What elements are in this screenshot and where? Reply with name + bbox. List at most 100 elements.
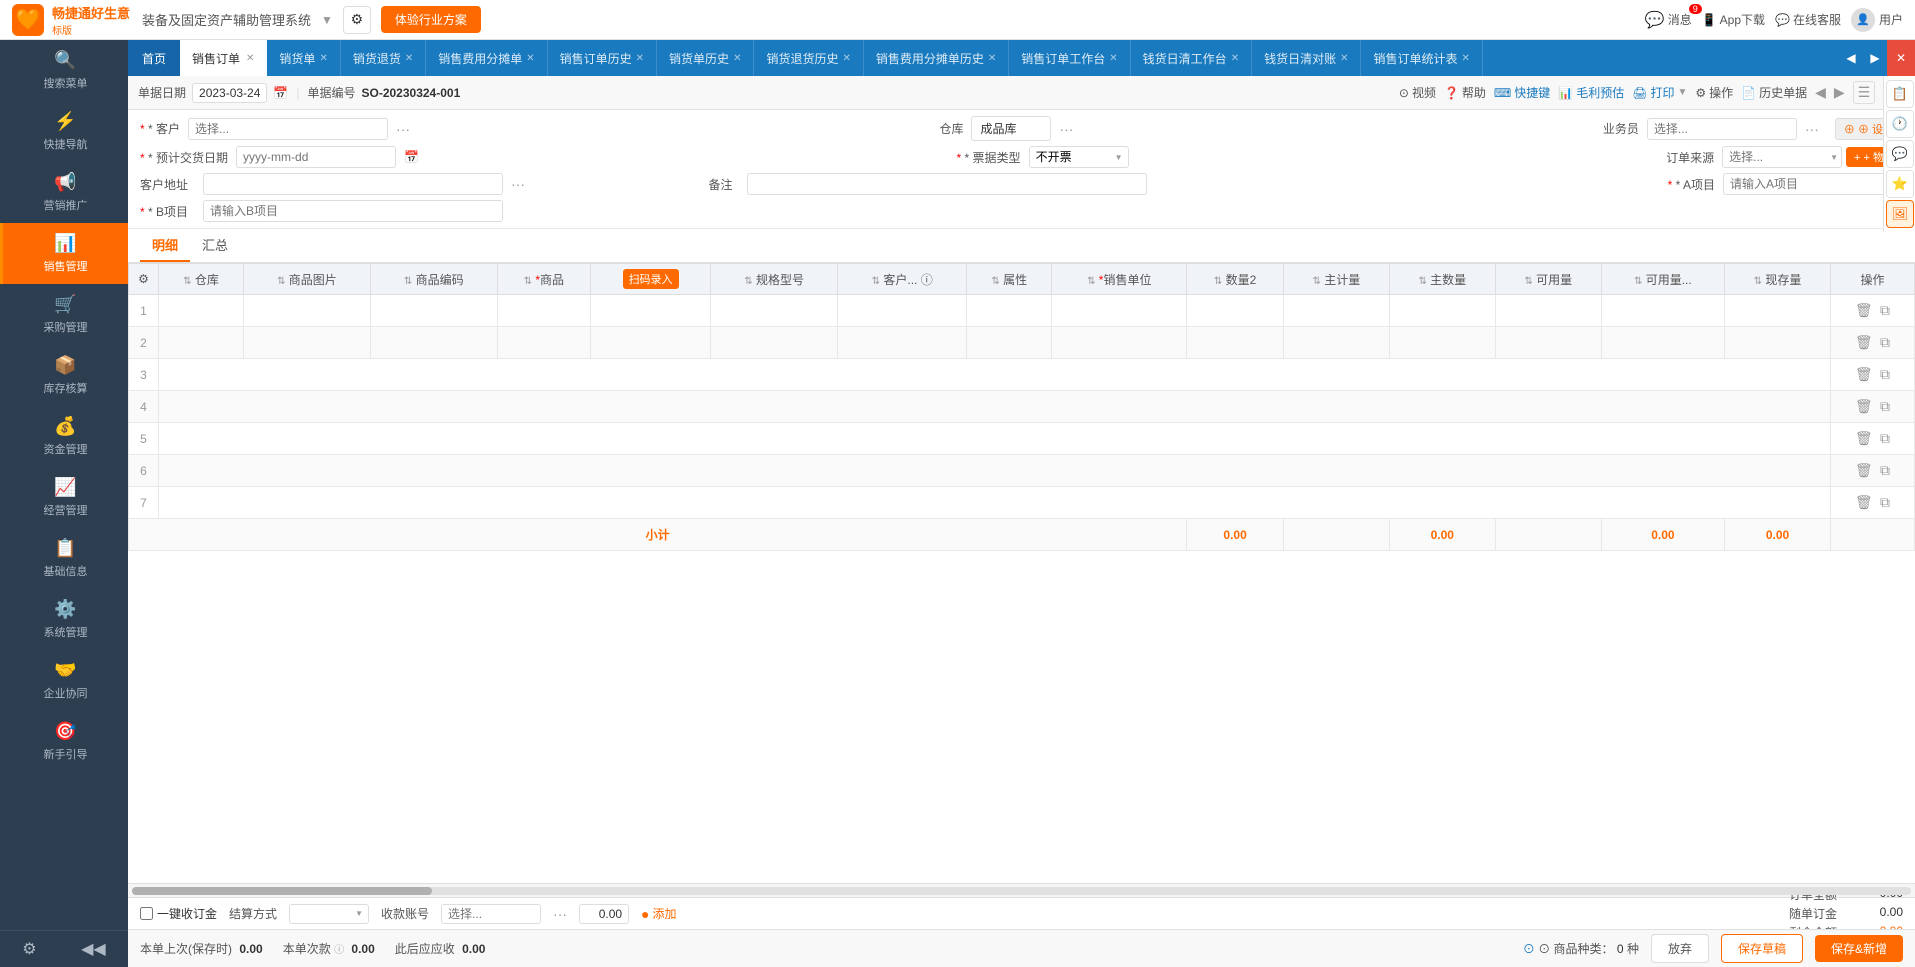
- right-icon-1[interactable]: 📋: [1886, 80, 1914, 108]
- shortcut-btn[interactable]: ⌨快捷键: [1494, 84, 1550, 101]
- sidebar-item-purchase[interactable]: 🛒 采购管理: [0, 284, 128, 345]
- trial-btn[interactable]: 体验行业方案: [381, 6, 481, 33]
- tab-sales-refund[interactable]: 销货退货 ✕: [341, 40, 426, 76]
- sidebar-item-search[interactable]: 🔍 搜索菜单: [0, 40, 128, 101]
- tab-close-all-btn[interactable]: ✕: [1887, 40, 1915, 76]
- tab-close-7[interactable]: ✕: [842, 53, 850, 64]
- row-delete-btn[interactable]: 🗑: [1855, 494, 1873, 510]
- right-icon-3[interactable]: 💬: [1886, 140, 1914, 168]
- warehouse-value[interactable]: 成品库: [971, 116, 1051, 141]
- tab-close-4[interactable]: ✕: [526, 53, 534, 64]
- tab-daily-reconcile[interactable]: 钱货日清对账 ✕: [1252, 40, 1361, 76]
- tab-close-1[interactable]: ✕: [246, 53, 254, 64]
- save-draft-btn[interactable]: 保存草稿: [1721, 934, 1803, 963]
- detail-tab-detail[interactable]: 明细: [140, 229, 190, 262]
- col-scan[interactable]: 扫码录入: [590, 264, 710, 295]
- right-icon-4[interactable]: ⭐: [1886, 170, 1914, 198]
- sidebar-item-marketing[interactable]: 📢 营销推广: [0, 162, 128, 223]
- customer-input[interactable]: [188, 118, 388, 140]
- row-copy-btn[interactable]: ⧉: [1880, 462, 1890, 478]
- salesperson-more-btn[interactable]: ···: [1805, 121, 1819, 137]
- sidebar-item-sales[interactable]: 📊 销售管理: [0, 223, 128, 284]
- a-project-input[interactable]: [1723, 173, 1903, 195]
- detail-tab-summary[interactable]: 汇总: [190, 229, 240, 262]
- note-input[interactable]: [747, 173, 1147, 195]
- tab-close-8[interactable]: ✕: [988, 53, 996, 64]
- sidebar-item-nav[interactable]: ⚡ 快捷导航: [0, 101, 128, 162]
- tab-prev-btn[interactable]: ◀: [1839, 40, 1863, 76]
- account-input[interactable]: [441, 904, 541, 924]
- sidebar-settings-btn[interactable]: ⚙: [22, 939, 36, 959]
- sidebar-collapse-btn[interactable]: ◀◀: [81, 939, 106, 959]
- sidebar-item-guide[interactable]: 🎯 新手引导: [0, 711, 128, 772]
- invoice-type-select[interactable]: 不开票 ▼: [1029, 146, 1129, 168]
- row-delete-btn[interactable]: 🗑: [1855, 430, 1873, 446]
- tab-sales-history[interactable]: 销货单历史 ✕: [657, 40, 754, 76]
- delivery-date-input[interactable]: [236, 146, 396, 168]
- online-service-btn[interactable]: 💬 在线客服: [1775, 11, 1841, 28]
- row-copy-btn[interactable]: ⧉: [1880, 494, 1890, 510]
- customer-addr-input[interactable]: [203, 173, 503, 195]
- delivery-cal-icon[interactable]: 📅: [404, 150, 419, 164]
- settings-gear[interactable]: ⚙: [343, 6, 371, 34]
- tab-sales-return[interactable]: 销货单 ✕: [267, 40, 340, 76]
- calendar-icon[interactable]: 📅: [273, 86, 288, 100]
- tab-order-workbench[interactable]: 销售订单工作台 ✕: [1009, 40, 1130, 76]
- actions-btn[interactable]: ⚙操作: [1695, 84, 1733, 101]
- horizontal-scrollbar[interactable]: [128, 883, 1915, 897]
- message-btn[interactable]: 💬 消息 9: [1645, 10, 1692, 30]
- print-btn[interactable]: 🖨打印 ▼: [1632, 84, 1687, 101]
- tab-refund-history[interactable]: 销货退货历史 ✕: [754, 40, 863, 76]
- system-title-dropdown[interactable]: ▼: [321, 13, 333, 27]
- row-copy-btn[interactable]: ⧉: [1880, 398, 1890, 414]
- date-value[interactable]: 2023-03-24: [192, 83, 267, 103]
- tab-sales-expense[interactable]: 销售费用分摊单 ✕: [426, 40, 547, 76]
- add-btn[interactable]: ● 添加: [641, 905, 676, 922]
- addr-more-btn[interactable]: ···: [511, 176, 525, 192]
- customer-more-btn[interactable]: ···: [396, 121, 410, 137]
- nav-next-btn[interactable]: ▶: [1834, 84, 1845, 101]
- tab-next-btn[interactable]: ▶: [1863, 40, 1887, 76]
- tab-close-2[interactable]: ✕: [319, 53, 327, 64]
- sidebar-item-system[interactable]: ⚙️ 系统管理: [0, 589, 128, 650]
- row-delete-btn[interactable]: 🗑: [1855, 302, 1873, 318]
- discard-btn[interactable]: 放弃: [1651, 934, 1709, 963]
- save-new-btn[interactable]: 保存&新增: [1815, 935, 1903, 962]
- right-icon-2[interactable]: 🕐: [1886, 110, 1914, 138]
- scan-input-btn[interactable]: 扫码录入: [623, 269, 679, 289]
- salesperson-input[interactable]: [1647, 118, 1797, 140]
- tab-order-history[interactable]: 销售订单历史 ✕: [548, 40, 657, 76]
- tab-expense-history[interactable]: 销售费用分摊单历史 ✕: [864, 40, 1009, 76]
- row-delete-btn[interactable]: 🗑: [1855, 366, 1873, 382]
- view-btn[interactable]: ⊙视频: [1399, 84, 1436, 101]
- warehouse-more-btn[interactable]: ···: [1059, 121, 1073, 137]
- help-btn[interactable]: ❓帮助: [1444, 84, 1486, 101]
- b-project-input[interactable]: [203, 200, 503, 222]
- tab-close-3[interactable]: ✕: [405, 53, 413, 64]
- tab-close-6[interactable]: ✕: [733, 53, 741, 64]
- row-delete-btn[interactable]: 🗑: [1855, 462, 1873, 478]
- tab-sales-order[interactable]: 销售订单 ✕: [180, 40, 267, 76]
- tab-close-11[interactable]: ✕: [1340, 53, 1348, 64]
- user-area[interactable]: 👤 用户: [1851, 8, 1903, 32]
- sidebar-item-base-info[interactable]: 📋 基础信息: [0, 528, 128, 589]
- history-btn[interactable]: 📄历史单据: [1741, 84, 1807, 101]
- order-source-input[interactable]: [1722, 146, 1842, 168]
- view-toggle-list[interactable]: ☰: [1853, 81, 1876, 104]
- tab-close-5[interactable]: ✕: [636, 53, 644, 64]
- row-copy-btn[interactable]: ⧉: [1880, 430, 1890, 446]
- amount-value[interactable]: 0.00: [579, 904, 629, 924]
- profit-btn[interactable]: 📊毛利预估: [1558, 84, 1624, 101]
- sidebar-item-operations[interactable]: 📈 经营管理: [0, 467, 128, 528]
- col-config[interactable]: ⚙: [129, 264, 159, 295]
- account-more-btn[interactable]: ···: [553, 906, 567, 922]
- tab-close-12[interactable]: ✕: [1462, 53, 1470, 64]
- tab-sales-stats[interactable]: 销售订单统计表 ✕: [1361, 40, 1482, 76]
- quick-pay-checkbox[interactable]: 一键收订金: [140, 905, 217, 922]
- right-icon-5[interactable]: 🖼: [1886, 200, 1914, 228]
- sidebar-item-inventory[interactable]: 📦 库存核算: [0, 345, 128, 406]
- sidebar-item-finance[interactable]: 💰 资金管理: [0, 406, 128, 467]
- row-delete-btn[interactable]: 🗑: [1855, 334, 1873, 350]
- pay-method-select[interactable]: ▼: [289, 904, 369, 924]
- tab-home[interactable]: 首页: [128, 40, 180, 76]
